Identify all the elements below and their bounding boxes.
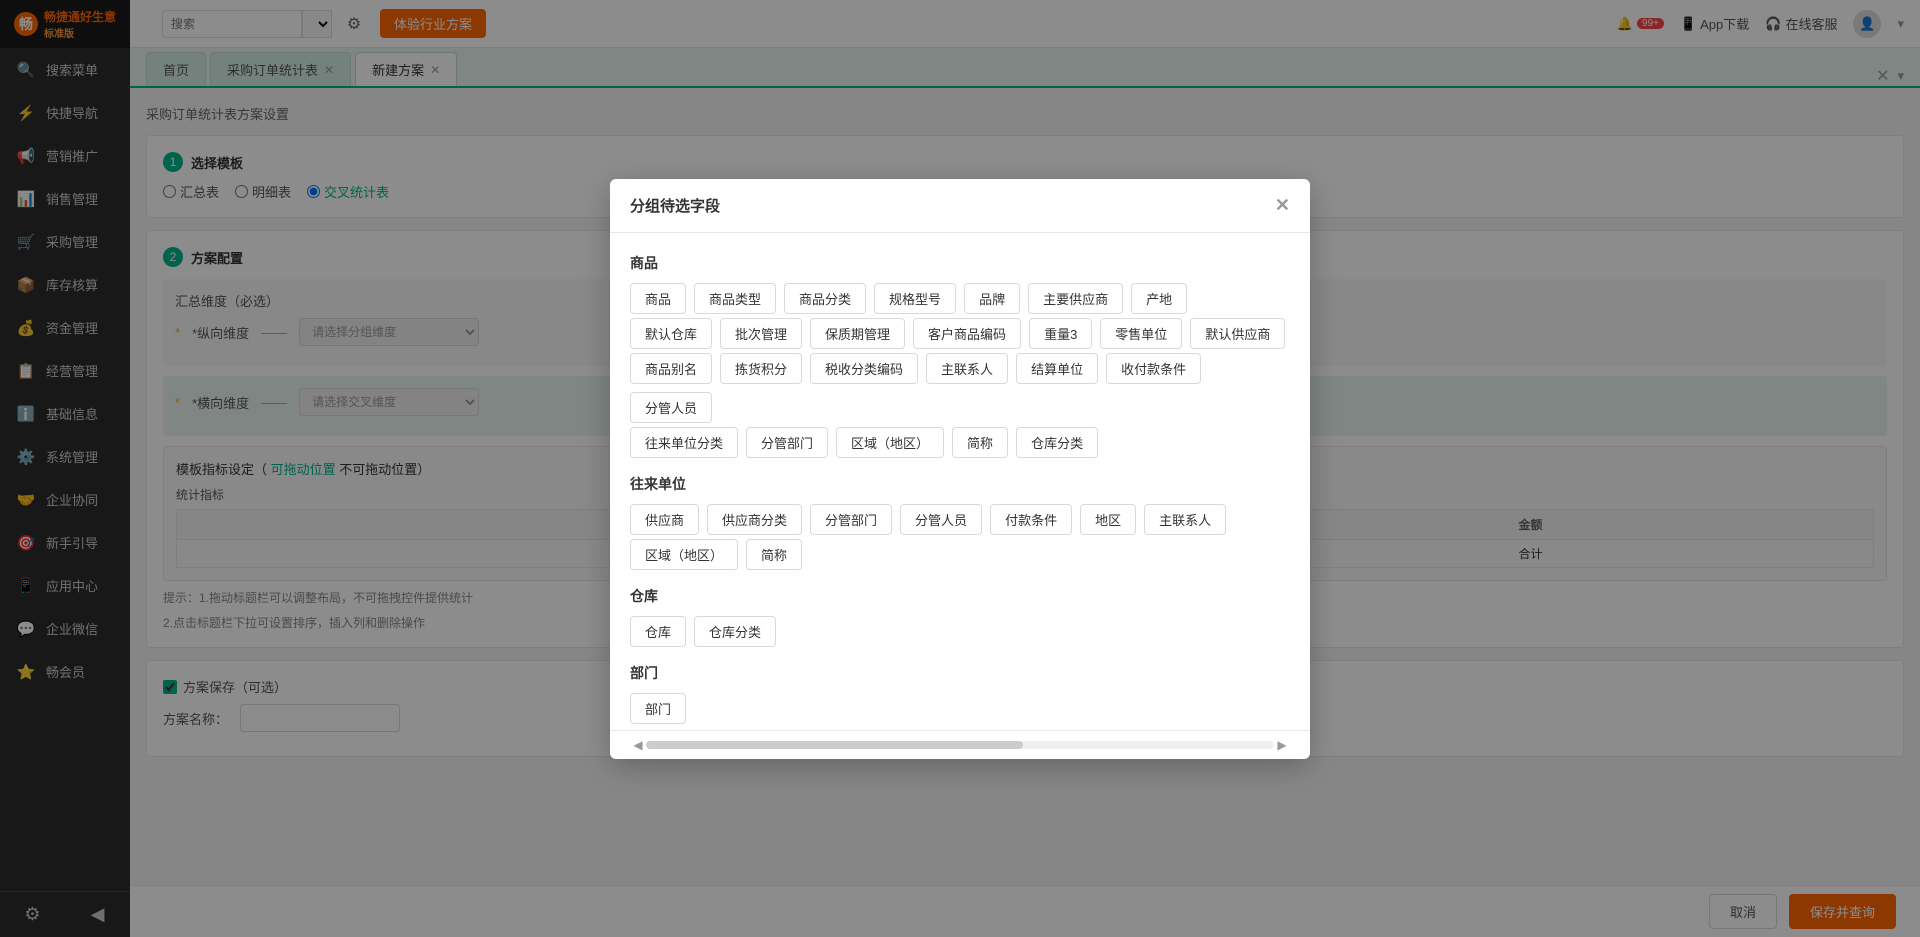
field-tag-supplier-cat[interactable]: 供应商分类: [707, 504, 802, 535]
field-tag-main-contact[interactable]: 主联系人: [926, 353, 1008, 384]
field-tag-warehouse[interactable]: 仓库: [630, 616, 686, 647]
scrollbar-thumb: [646, 741, 1023, 749]
field-select-dialog: 分组待选字段 ✕ 商品 商品 商品类型 商品分类 规格型号 品牌 主要供应商 产…: [610, 179, 1310, 759]
horizontal-scrollbar[interactable]: [646, 741, 1274, 749]
field-tag-main-supplier[interactable]: 主要供应商: [1028, 283, 1123, 314]
field-tag-pick-points[interactable]: 拣货积分: [720, 353, 802, 384]
dialog-body[interactable]: 商品 商品 商品类型 商品分类 规格型号 品牌 主要供应商 产地 默认仓库 批次…: [610, 233, 1310, 730]
field-tag-brand[interactable]: 品牌: [964, 283, 1020, 314]
field-tag-warehouse-cat[interactable]: 仓库分类: [1016, 427, 1098, 458]
section-title-partner: 往来单位: [630, 474, 1290, 494]
scroll-left-arrow[interactable]: ◀: [630, 737, 646, 753]
dialog-close-btn[interactable]: ✕: [1275, 195, 1290, 216]
field-tag-short-name[interactable]: 简称: [952, 427, 1008, 458]
field-tag-retail-unit[interactable]: 零售单位: [1100, 318, 1182, 349]
field-tag-area[interactable]: 地区: [1080, 504, 1136, 535]
field-tag-settle-unit[interactable]: 结算单位: [1016, 353, 1098, 384]
field-tag-dept[interactable]: 分管部门: [746, 427, 828, 458]
dialog-scrollbar-area: ◀ ▶: [610, 730, 1310, 759]
partner-field-tags: 供应商 供应商分类 分管部门 分管人员 付款条件 地区 主联系人: [630, 504, 1290, 535]
field-tag-tax-code[interactable]: 税收分类编码: [810, 353, 918, 384]
field-tag-default-warehouse[interactable]: 默认仓库: [630, 318, 712, 349]
field-tag-weight3[interactable]: 重量3: [1029, 318, 1092, 349]
field-tag-origin[interactable]: 产地: [1131, 283, 1187, 314]
field-tag-payment-terms[interactable]: 收付款条件: [1106, 353, 1201, 384]
section-title-warehouse: 仓库: [630, 586, 1290, 606]
field-tag-customer-code[interactable]: 客户商品编码: [913, 318, 1021, 349]
field-tag-warehouse-category[interactable]: 仓库分类: [694, 616, 776, 647]
section-title-department: 部门: [630, 663, 1290, 683]
field-tag-supervisor[interactable]: 分管人员: [630, 392, 712, 423]
field-tag-region[interactable]: 区域（地区）: [836, 427, 944, 458]
section-title-product: 商品: [630, 253, 1290, 273]
dialog-title: 分组待选字段: [630, 195, 720, 216]
product-field-tags: 商品 商品类型 商品分类 规格型号 品牌 主要供应商 产地: [630, 283, 1290, 314]
partner-field-tags2: 区域（地区） 简称: [630, 539, 1290, 570]
dialog-header: 分组待选字段 ✕: [610, 179, 1310, 233]
field-tag-product[interactable]: 商品: [630, 283, 686, 314]
product-field-tags3: 商品别名 拣货积分 税收分类编码 主联系人 结算单位 收付款条件 分管人员: [630, 353, 1290, 423]
field-tag-dept2[interactable]: 分管部门: [810, 504, 892, 535]
product-field-tags4: 往来单位分类 分管部门 区域（地区） 简称 仓库分类: [630, 427, 1290, 458]
field-tag-department[interactable]: 部门: [630, 693, 686, 724]
field-tag-supplier[interactable]: 供应商: [630, 504, 699, 535]
field-tag-product-type[interactable]: 商品类型: [694, 283, 776, 314]
field-tag-payment-cond[interactable]: 付款条件: [990, 504, 1072, 535]
warehouse-field-tags: 仓库 仓库分类: [630, 616, 1290, 647]
field-tag-product-category[interactable]: 商品分类: [784, 283, 866, 314]
field-tag-batch-mgmt[interactable]: 批次管理: [720, 318, 802, 349]
field-tag-main-contact2[interactable]: 主联系人: [1144, 504, 1226, 535]
field-tag-shelf-life[interactable]: 保质期管理: [810, 318, 905, 349]
department-field-tags: 部门: [630, 693, 1290, 724]
field-tag-short-name2[interactable]: 简称: [746, 539, 802, 570]
scroll-right-arrow[interactable]: ▶: [1274, 737, 1290, 753]
field-tag-supervisor2[interactable]: 分管人员: [900, 504, 982, 535]
product-field-tags2: 默认仓库 批次管理 保质期管理 客户商品编码 重量3 零售单位 默认供应商: [630, 318, 1290, 349]
field-tag-spec-model[interactable]: 规格型号: [874, 283, 956, 314]
field-tag-alias[interactable]: 商品别名: [630, 353, 712, 384]
field-tag-region2[interactable]: 区域（地区）: [630, 539, 738, 570]
field-tag-default-supplier[interactable]: 默认供应商: [1190, 318, 1285, 349]
field-tag-partner-category[interactable]: 往来单位分类: [630, 427, 738, 458]
